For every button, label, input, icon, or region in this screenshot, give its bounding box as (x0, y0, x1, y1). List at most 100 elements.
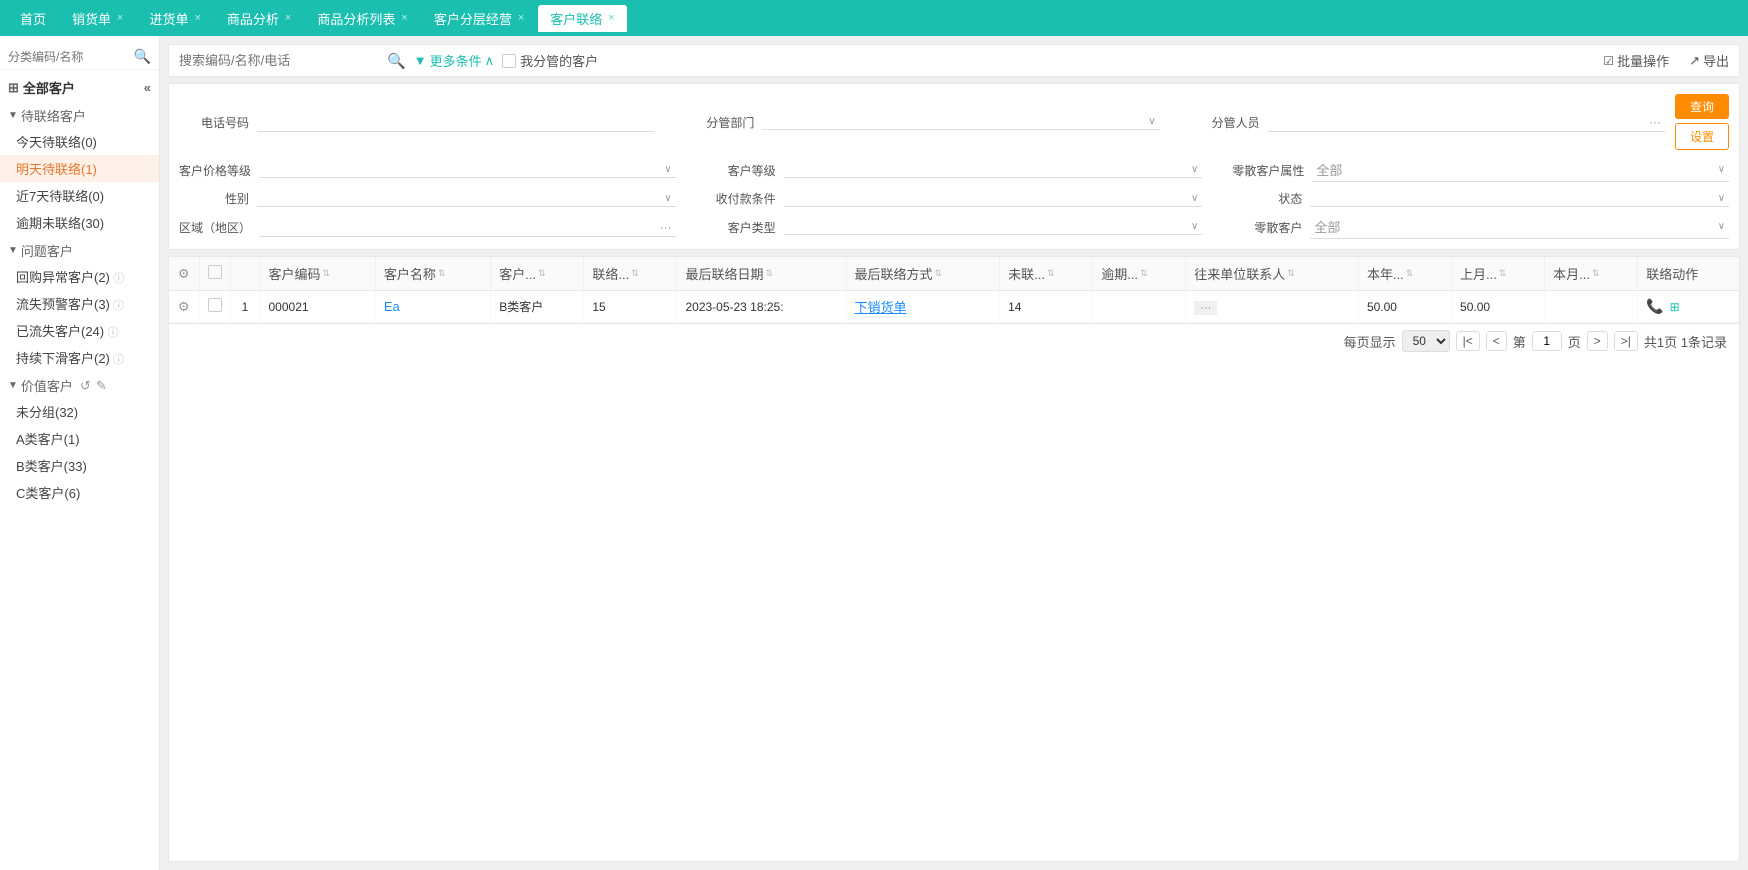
row-index: 1 (230, 291, 260, 323)
nav-customer-contact[interactable]: 客户联络 × (538, 5, 626, 32)
sort-icon[interactable]: ⇅ (1406, 268, 1414, 279)
gender-select[interactable]: ∨ (257, 191, 676, 207)
filter-gender: 性别 ∨ (179, 190, 676, 207)
th-overdue: 逾期... ⇅ (1093, 257, 1186, 291)
close-icon[interactable]: × (285, 12, 291, 24)
close-icon[interactable]: × (117, 12, 123, 24)
row-name[interactable]: Ea (375, 291, 490, 323)
edit-icon[interactable]: ✎ (96, 378, 107, 394)
refresh-icon[interactable]: ↺ (80, 378, 91, 394)
filter-btn[interactable]: ▼ 更多条件 ∧ (414, 51, 494, 70)
retail-customer-select[interactable]: 全部 ∨ (1310, 215, 1729, 239)
status-select[interactable]: ∨ (1310, 191, 1729, 207)
page-next-btn[interactable]: > (1587, 331, 1608, 351)
close-icon[interactable]: × (401, 12, 407, 24)
contact-icon[interactable]: 📞 (1646, 298, 1663, 315)
nav-sales[interactable]: 销货单 × (60, 5, 135, 32)
page-size-select[interactable]: 50 (1402, 330, 1450, 352)
payment-select[interactable]: ∨ (784, 191, 1203, 207)
collapse-icon[interactable]: « (144, 80, 151, 95)
nav-purchase[interactable]: 进货单 × (137, 5, 212, 32)
sidebar-item-declining[interactable]: 持续下滑客户(2) ⓘ (0, 344, 159, 371)
sidebar-search-input[interactable] (8, 50, 134, 64)
sort-icon[interactable]: ⇅ (1499, 268, 1507, 279)
sidebar-item-b-class[interactable]: B类客户(33) (0, 452, 159, 479)
sort-icon[interactable]: ⇅ (438, 268, 446, 279)
sort-icon[interactable]: ⇅ (1140, 268, 1148, 279)
sidebar-item-today-pending[interactable]: 今天待联络(0) (0, 128, 159, 155)
sort-icon[interactable]: ⇅ (1592, 268, 1600, 279)
sort-icon[interactable]: ⇅ (538, 268, 546, 279)
retail-attr-select[interactable]: 全部 ∨ (1312, 158, 1729, 182)
sort-icon[interactable]: ⇅ (1287, 268, 1295, 279)
checkbox-icon[interactable] (502, 54, 516, 68)
nav-customer-tier[interactable]: 客户分层经营 × (422, 5, 536, 32)
query-button[interactable]: 查询 (1675, 94, 1729, 119)
sidebar-item-overdue-pending[interactable]: 逾期未联络(30) (0, 209, 159, 236)
row-uncontacted: 14 (1000, 291, 1093, 323)
page-input[interactable] (1532, 331, 1562, 351)
close-icon[interactable]: × (518, 12, 524, 24)
close-icon[interactable]: × (194, 12, 200, 24)
chevron-down-icon: ∨ (1718, 164, 1725, 175)
sidebar-item-churned[interactable]: 已流失客户(24) ⓘ (0, 317, 159, 344)
sidebar-item-repurchase-abnormal[interactable]: 回购异常客户(2) ⓘ (0, 263, 159, 290)
area-select[interactable]: ··· (259, 218, 676, 237)
page-first-btn[interactable]: |< (1456, 331, 1480, 351)
filter-area: 区域（地区） ··· (179, 218, 676, 237)
batch-op-btn[interactable]: ☑ 批量操作 (1603, 51, 1669, 70)
price-level-select[interactable]: ∨ (259, 162, 676, 178)
customer-type-select[interactable]: ∨ (784, 219, 1203, 235)
info-icon: ⓘ (113, 273, 124, 285)
settings-button[interactable]: 设置 (1675, 123, 1729, 150)
search-icon[interactable]: 🔍 (134, 48, 151, 65)
person-select[interactable]: ··· (1268, 113, 1665, 132)
close-icon[interactable]: × (608, 12, 614, 24)
row-this-month (1545, 291, 1638, 323)
sidebar-item-c-class[interactable]: C类客户(6) (0, 479, 159, 506)
search-icon[interactable]: 🔍 (387, 52, 406, 70)
phone-input[interactable] (257, 113, 654, 132)
all-customers-title: ⊞ 全部客户 « (0, 74, 159, 101)
search-bar: 🔍 ▼ 更多条件 ∧ 我分管的客户 ☑ 批量操作 ↗ 导出 (168, 44, 1740, 77)
sort-icon[interactable]: ⇅ (935, 268, 943, 279)
export-btn[interactable]: ↗ 导出 (1689, 51, 1729, 70)
customer-level-select[interactable]: ∨ (784, 162, 1203, 178)
gear-icon[interactable]: ⚙ (178, 299, 190, 314)
th-type: 客户... ⇅ (491, 257, 584, 291)
th-index (230, 257, 260, 291)
data-table-wrap: ⚙ 客户编码 ⇅ (168, 256, 1740, 862)
th-action: 联络动作 (1638, 257, 1739, 291)
sidebar-item-tomorrow-pending[interactable]: 明天待联络(1) (0, 155, 159, 182)
sort-icon[interactable]: ⇅ (765, 268, 773, 279)
my-customer-checkbox[interactable]: 我分管的客户 (502, 51, 598, 70)
sidebar-item-churn-warning[interactable]: 流失预警客户(3) ⓘ (0, 290, 159, 317)
sort-icon[interactable]: ⇅ (1047, 268, 1055, 279)
sidebar-item-a-class[interactable]: A类客户(1) (0, 425, 159, 452)
page-prev-btn[interactable]: < (1486, 331, 1507, 351)
dept-select[interactable]: ∨ (762, 114, 1159, 130)
nav-home[interactable]: 首页 (8, 5, 58, 32)
search-input[interactable] (179, 53, 379, 68)
menu-icon[interactable]: ⊞ (1670, 300, 1680, 314)
page-last-btn[interactable]: >| (1614, 331, 1638, 351)
row-this-year: 50.00 (1358, 291, 1451, 323)
row-last-contact-method[interactable]: 下销货单 (846, 291, 1000, 323)
filter-icon: ▼ (414, 53, 427, 68)
filter-phone: 电话号码 (179, 113, 654, 132)
sort-icon[interactable]: ⇅ (323, 268, 331, 279)
sort-icon[interactable]: ⇅ (631, 268, 639, 279)
th-gear: ⚙ (169, 257, 199, 291)
row-checkbox[interactable] (208, 298, 222, 312)
data-table: ⚙ 客户编码 ⇅ (169, 257, 1739, 323)
nav-product-analysis[interactable]: 商品分析 × (215, 5, 303, 32)
filter-row-3: 性别 ∨ 收付款条件 ∨ 状态 ∨ (179, 190, 1729, 207)
sidebar-item-ungrouped[interactable]: 未分组(32) (0, 398, 159, 425)
nav-product-analysis-list[interactable]: 商品分析列表 × (305, 5, 419, 32)
gear-icon[interactable]: ⚙ (178, 266, 190, 281)
select-all-checkbox[interactable] (208, 265, 222, 279)
sidebar-item-7days-pending[interactable]: 近7天待联络(0) (0, 182, 159, 209)
th-code: 客户编码 ⇅ (260, 257, 375, 291)
th-contacts: 联络... ⇅ (584, 257, 677, 291)
chevron-down-icon: ∨ (664, 193, 671, 204)
